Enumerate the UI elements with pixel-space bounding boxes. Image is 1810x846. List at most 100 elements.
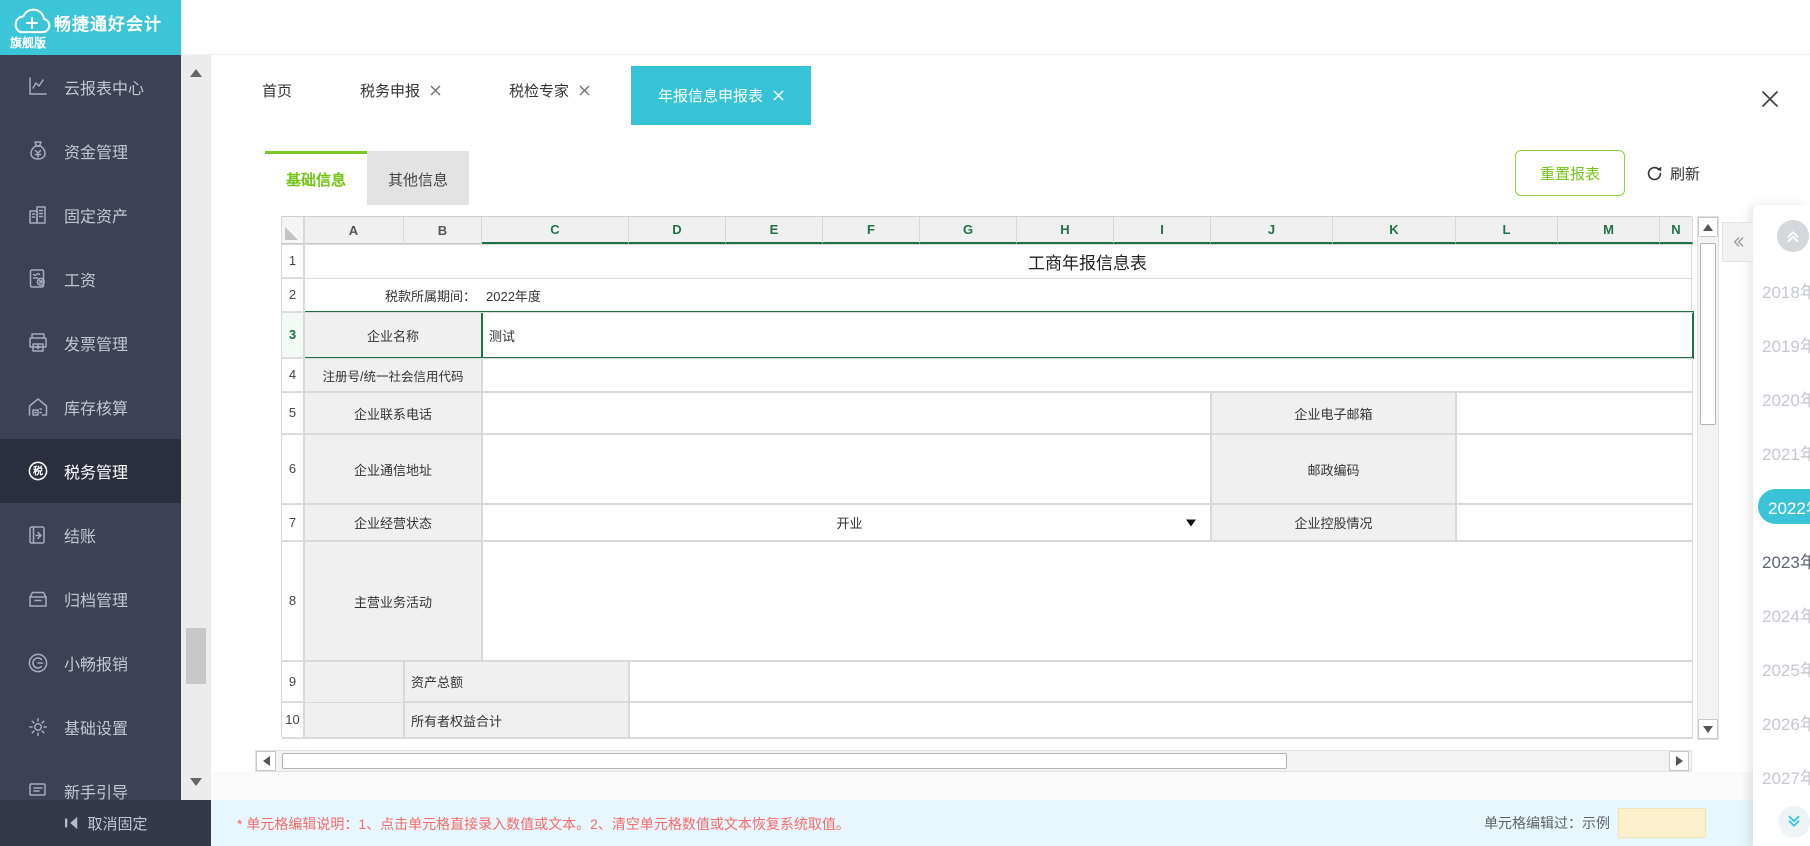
refresh-button[interactable]: 刷新 bbox=[1645, 160, 1700, 186]
column-header-D[interactable]: D bbox=[629, 217, 726, 244]
column-header-J[interactable]: J bbox=[1211, 217, 1333, 244]
year-item[interactable]: 2025年 bbox=[1753, 641, 1810, 695]
period-row-value[interactable]: 2022年度 bbox=[486, 278, 886, 312]
row-header-7[interactable]: 7 bbox=[282, 504, 304, 541]
year-item[interactable]: 2018年 bbox=[1753, 263, 1810, 317]
business-input-cell[interactable] bbox=[482, 541, 1693, 661]
column-header-G[interactable]: G bbox=[920, 217, 1017, 244]
sidebar-item-cloud-reports[interactable]: 云报表中心 bbox=[0, 55, 181, 119]
year-item[interactable]: 2020年 bbox=[1753, 371, 1810, 425]
money-bag-icon bbox=[26, 139, 50, 163]
column-header-N[interactable]: N bbox=[1660, 217, 1693, 244]
row-header-6[interactable]: 6 bbox=[282, 434, 304, 504]
year-item[interactable]: 2019年 bbox=[1753, 317, 1810, 371]
tab-home[interactable]: 首页 bbox=[235, 55, 319, 125]
sidebar-item-fixed-assets[interactable]: 固定资产 bbox=[0, 183, 181, 247]
column-header-A[interactable]: A bbox=[304, 217, 404, 244]
scroll-up-button[interactable] bbox=[1698, 217, 1718, 237]
chart-icon bbox=[26, 75, 50, 99]
year-item[interactable]: 2022年 bbox=[1753, 479, 1810, 533]
sidebar-item-archive[interactable]: 归档管理 bbox=[0, 567, 181, 631]
sidebar-item-closing[interactable]: 结账 bbox=[0, 503, 181, 567]
column-header-B[interactable]: B bbox=[404, 217, 482, 244]
period-row-label: 税款所属期间： bbox=[384, 288, 476, 304]
year-item[interactable]: 2021年 bbox=[1753, 425, 1810, 479]
column-header-I[interactable]: I bbox=[1114, 217, 1211, 244]
sidebar-item-reimburse[interactable]: 小畅报销 bbox=[0, 631, 181, 695]
sidebar-item-tax[interactable]: 税 税务管理 bbox=[0, 439, 181, 503]
column-header-L[interactable]: L bbox=[1456, 217, 1558, 244]
row-header-8[interactable]: 8 bbox=[282, 541, 304, 661]
equity-input-cell[interactable] bbox=[629, 702, 1693, 738]
column-header-H[interactable]: H bbox=[1017, 217, 1114, 244]
column-header-C[interactable]: C bbox=[482, 217, 629, 244]
row-header-4[interactable]: 4 bbox=[282, 358, 304, 392]
row-header-1[interactable]: 1 bbox=[282, 244, 304, 278]
sidebar-scroll-thumb[interactable] bbox=[186, 628, 206, 684]
sidebar-item-payroll[interactable]: 工资 bbox=[0, 247, 181, 311]
year-item-active[interactable]: 2022年 bbox=[1758, 488, 1810, 524]
subtab-basic-info[interactable]: 基础信息 bbox=[265, 151, 367, 205]
year-item[interactable]: 2023年 bbox=[1753, 533, 1810, 587]
tab-close-icon[interactable] bbox=[773, 90, 784, 101]
email-input-cell[interactable] bbox=[1456, 392, 1693, 434]
grid-vertical-scrollbar[interactable] bbox=[1697, 216, 1719, 740]
postcode-input-cell[interactable] bbox=[1456, 434, 1693, 504]
sidebar-item-inventory[interactable]: 库存核算 bbox=[0, 375, 181, 439]
tab-annual-report[interactable]: 年报信息申报表 bbox=[631, 66, 812, 125]
phone-input-cell[interactable] bbox=[482, 392, 1211, 434]
row-header-2[interactable]: 2 bbox=[282, 278, 304, 312]
registration-input-cell[interactable] bbox=[482, 358, 1693, 392]
status-dropdown-cell[interactable]: 开业 bbox=[482, 504, 1211, 541]
report-title-cell[interactable]: 工商年报信息表 bbox=[482, 244, 1693, 278]
sidebar-item-invoices[interactable]: 发票管理 bbox=[0, 311, 181, 375]
sidebar-item-label: 基础设置 bbox=[64, 721, 129, 738]
reset-report-button[interactable]: 重置报表 bbox=[1515, 150, 1625, 196]
sidebar-scroll-down-icon[interactable] bbox=[190, 778, 202, 786]
year-item[interactable]: 2024年 bbox=[1753, 587, 1810, 641]
horizontal-scroll-thumb[interactable] bbox=[282, 753, 1287, 769]
column-header-K[interactable]: K bbox=[1333, 217, 1456, 244]
sidebar-item-settings[interactable]: 基础设置 bbox=[0, 695, 181, 759]
edited-legend: 单元格编辑过：示例 bbox=[1484, 808, 1706, 838]
scroll-down-button[interactable] bbox=[1698, 719, 1718, 739]
vertical-scroll-thumb[interactable] bbox=[1700, 243, 1716, 425]
sidebar-item-guide[interactable]: 新手引导 bbox=[0, 759, 181, 800]
tab-tax-inspection[interactable]: 税检专家 bbox=[482, 55, 617, 125]
dropdown-arrow-icon[interactable] bbox=[1186, 519, 1196, 526]
tab-close-icon[interactable] bbox=[579, 85, 590, 96]
scroll-left-button[interactable] bbox=[256, 751, 276, 771]
column-header-M[interactable]: M bbox=[1558, 217, 1660, 244]
invoice-icon bbox=[26, 331, 50, 355]
years-scroll-bottom-button[interactable] bbox=[1778, 806, 1810, 838]
row-header-10[interactable]: 10 bbox=[282, 702, 304, 738]
assets-input-cell[interactable] bbox=[629, 661, 1693, 702]
holding-input-cell[interactable] bbox=[1456, 504, 1693, 541]
year-item[interactable]: 2027年 bbox=[1753, 749, 1810, 803]
year-item[interactable]: 2026年 bbox=[1753, 695, 1810, 749]
close-icon[interactable] bbox=[1755, 84, 1785, 114]
grid-horizontal-scrollbar[interactable] bbox=[255, 750, 1692, 772]
tab-close-icon[interactable] bbox=[430, 85, 441, 96]
scroll-right-button[interactable] bbox=[1669, 751, 1689, 771]
subtab-other-info[interactable]: 其他信息 bbox=[367, 151, 469, 205]
row-header-9[interactable]: 9 bbox=[282, 661, 304, 702]
grid-row-line bbox=[282, 244, 1693, 245]
reimburse-icon bbox=[26, 651, 50, 675]
grid-select-all-corner[interactable] bbox=[282, 217, 304, 244]
edited-cell-swatch bbox=[1618, 808, 1706, 838]
guide-icon bbox=[26, 779, 50, 800]
address-input-cell[interactable] bbox=[482, 434, 1211, 504]
tab-tax-declaration[interactable]: 税务申报 bbox=[333, 55, 468, 125]
years-scroll-top-button[interactable] bbox=[1777, 220, 1809, 252]
company-name-input-cell[interactable]: 测试 bbox=[481, 311, 1694, 359]
row-header-3[interactable]: 3 bbox=[282, 312, 304, 358]
sidebar-scrollbar[interactable] bbox=[181, 55, 211, 800]
row-header-5[interactable]: 5 bbox=[282, 392, 304, 434]
sidebar-scroll-up-icon[interactable] bbox=[190, 69, 202, 77]
sidebar-item-funds[interactable]: 资金管理 bbox=[0, 119, 181, 183]
collapse-years-panel-button[interactable] bbox=[1722, 222, 1753, 262]
column-header-F[interactable]: F bbox=[823, 217, 920, 244]
column-header-E[interactable]: E bbox=[726, 217, 823, 244]
unpin-sidebar-button[interactable]: 取消固定 bbox=[0, 800, 211, 846]
